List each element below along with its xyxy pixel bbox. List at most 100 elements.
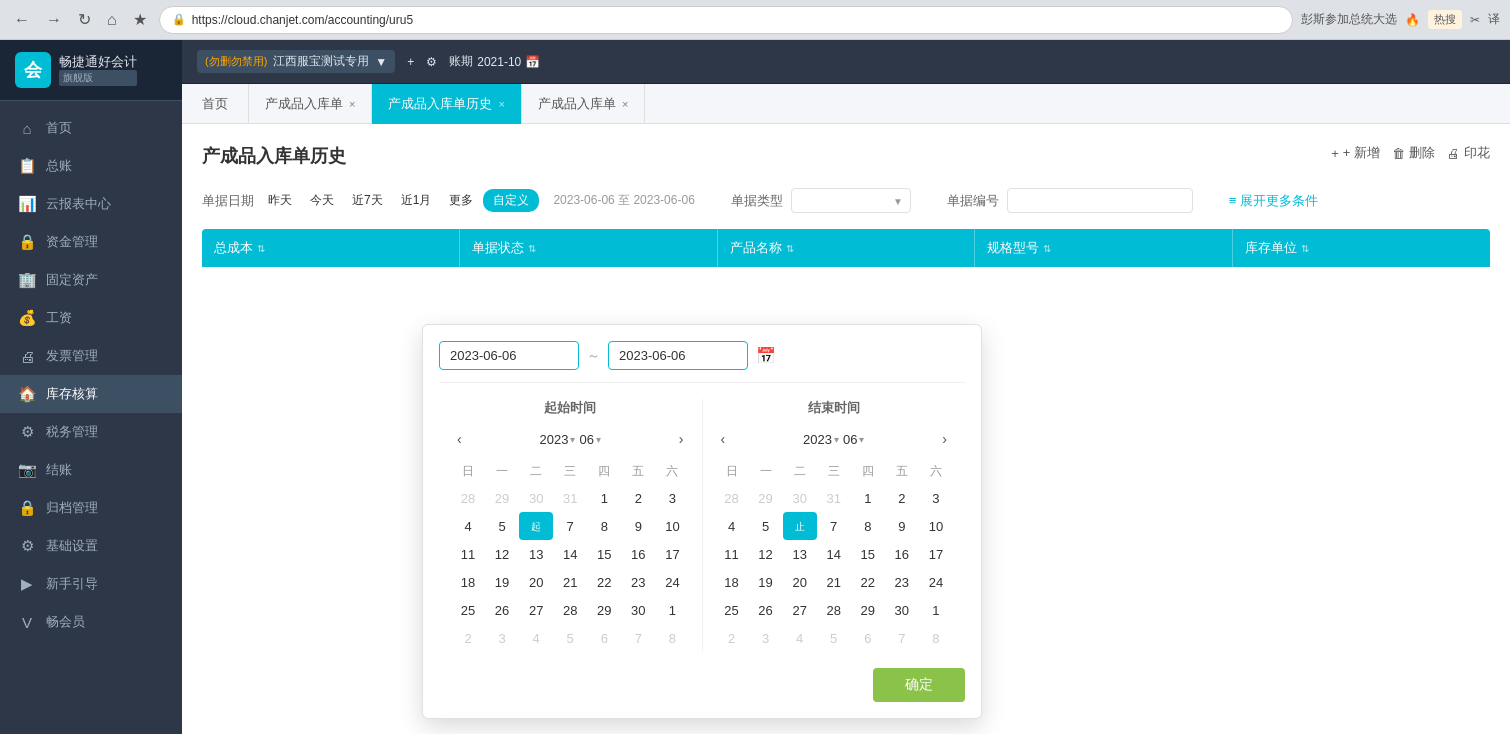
end-month-select[interactable]: 06 ▾ <box>843 432 864 447</box>
calendar-day[interactable]: 11 <box>451 540 485 568</box>
print-button[interactable]: 🖨 印花 <box>1447 144 1490 162</box>
start-year-select[interactable]: 2023 ▾ <box>540 432 576 447</box>
sidebar-item-payroll[interactable]: 💰 工资 <box>0 299 182 337</box>
date-picker-calendar-icon[interactable]: 📅 <box>756 346 776 365</box>
tab-product-in[interactable]: 产成品入库单 × <box>249 84 372 124</box>
forward-button[interactable]: → <box>42 7 66 33</box>
calendar-day[interactable]: 28 <box>451 484 485 512</box>
shortcut-today[interactable]: 今天 <box>302 189 342 212</box>
calendar-day[interactable]: 29 <box>749 484 783 512</box>
calendar-day[interactable]: 15 <box>851 540 885 568</box>
end-next-button[interactable]: › <box>936 429 953 449</box>
calendar-day[interactable]: 26 <box>485 596 519 624</box>
calendar-day[interactable]: 5 <box>553 624 587 652</box>
calendar-day[interactable]: 止 <box>783 512 817 540</box>
sidebar-item-tax[interactable]: ⚙ 税务管理 <box>0 413 182 451</box>
address-bar[interactable]: 🔒 https://cloud.chanjet.com/accounting/u… <box>159 6 1293 34</box>
calendar-day[interactable]: 30 <box>783 484 817 512</box>
calendar-day[interactable]: 31 <box>817 484 851 512</box>
calendar-day[interactable]: 7 <box>621 624 655 652</box>
start-date-input[interactable] <box>439 341 579 370</box>
calendar-day[interactable]: 7 <box>553 512 587 540</box>
sidebar-item-invoice[interactable]: 🖨 发票管理 <box>0 337 182 375</box>
calendar-day[interactable]: 30 <box>885 596 919 624</box>
back-button[interactable]: ← <box>10 7 34 33</box>
tab-close-icon[interactable]: × <box>498 98 504 110</box>
calendar-day[interactable]: 7 <box>885 624 919 652</box>
calendar-day[interactable]: 25 <box>715 596 749 624</box>
home-button[interactable]: ⌂ <box>103 7 121 33</box>
shortcut-1month[interactable]: 近1月 <box>393 189 440 212</box>
calendar-day[interactable]: 23 <box>621 568 655 596</box>
end-year-select[interactable]: 2023 ▾ <box>803 432 839 447</box>
calendar-day[interactable]: 7 <box>817 512 851 540</box>
calendar-day[interactable]: 起 <box>519 512 553 540</box>
calendar-day[interactable]: 19 <box>485 568 519 596</box>
calendar-day[interactable]: 6 <box>851 624 885 652</box>
document-number-input[interactable] <box>1007 188 1193 213</box>
sidebar-item-guide[interactable]: ▶ 新手引导 <box>0 565 182 603</box>
calendar-day[interactable]: 19 <box>749 568 783 596</box>
calendar-day[interactable]: 28 <box>817 596 851 624</box>
tab-close-icon[interactable]: × <box>622 98 628 110</box>
delete-button[interactable]: 🗑 删除 <box>1392 144 1435 162</box>
period-calendar-icon[interactable]: 📅 <box>525 55 540 69</box>
calendar-day[interactable]: 16 <box>621 540 655 568</box>
calendar-day[interactable]: 1 <box>587 484 621 512</box>
tab-product-in-2[interactable]: 产成品入库单 × <box>522 84 645 124</box>
calendar-day[interactable]: 15 <box>587 540 621 568</box>
calendar-day[interactable]: 13 <box>519 540 553 568</box>
settings-gear-icon[interactable]: ⚙ <box>426 55 437 69</box>
calendar-day[interactable]: 5 <box>485 512 519 540</box>
th-product-name[interactable]: 产品名称 ⇅ <box>718 229 976 267</box>
calendar-day[interactable]: 2 <box>451 624 485 652</box>
sidebar-item-settings[interactable]: ⚙ 基础设置 <box>0 527 182 565</box>
calendar-day[interactable]: 13 <box>783 540 817 568</box>
calendar-day[interactable]: 4 <box>519 624 553 652</box>
calendar-day[interactable]: 2 <box>885 484 919 512</box>
calendar-day[interactable]: 9 <box>621 512 655 540</box>
calendar-day[interactable]: 8 <box>851 512 885 540</box>
calendar-day[interactable]: 20 <box>783 568 817 596</box>
sidebar-item-reports[interactable]: 📊 云报表中心 <box>0 185 182 223</box>
end-prev-button[interactable]: ‹ <box>715 429 732 449</box>
sidebar-item-home[interactable]: ⌂ 首页 <box>0 109 182 147</box>
calendar-day[interactable]: 29 <box>851 596 885 624</box>
th-spec[interactable]: 规格型号 ⇅ <box>975 229 1233 267</box>
sidebar-item-inventory[interactable]: 🏠 库存核算 <box>0 375 182 413</box>
calendar-day[interactable]: 30 <box>621 596 655 624</box>
shortcut-yesterday[interactable]: 昨天 <box>260 189 300 212</box>
calendar-day[interactable]: 16 <box>885 540 919 568</box>
calendar-day[interactable]: 10 <box>655 512 689 540</box>
calendar-day[interactable]: 14 <box>553 540 587 568</box>
add-button[interactable]: + + 新增 <box>1331 144 1380 162</box>
sidebar-item-checkout[interactable]: 📷 结账 <box>0 451 182 489</box>
calendar-day[interactable]: 31 <box>553 484 587 512</box>
sidebar-item-assets[interactable]: 🏢 固定资产 <box>0 261 182 299</box>
expand-conditions-button[interactable]: ≡ 展开更多条件 <box>1229 192 1319 210</box>
sidebar-item-ledger[interactable]: 📋 总账 <box>0 147 182 185</box>
refresh-button[interactable]: ↻ <box>74 6 95 33</box>
confirm-button[interactable]: 确定 <box>873 668 965 702</box>
start-prev-button[interactable]: ‹ <box>451 429 468 449</box>
bookmark-button[interactable]: ★ <box>129 6 151 33</box>
calendar-day[interactable]: 24 <box>655 568 689 596</box>
calendar-day[interactable]: 1 <box>919 596 953 624</box>
calendar-day[interactable]: 4 <box>451 512 485 540</box>
company-selector[interactable]: (勿删勿禁用) 江西服宝测试专用 ▼ <box>197 50 395 73</box>
calendar-day[interactable]: 21 <box>817 568 851 596</box>
tab-close-icon[interactable]: × <box>349 98 355 110</box>
sidebar-item-funds[interactable]: 🔒 资金管理 <box>0 223 182 261</box>
calendar-day[interactable]: 21 <box>553 568 587 596</box>
calendar-day[interactable]: 3 <box>919 484 953 512</box>
calendar-day[interactable]: 30 <box>519 484 553 512</box>
sidebar-item-archive[interactable]: 🔒 归档管理 <box>0 489 182 527</box>
th-unit[interactable]: 库存单位 ⇅ <box>1233 229 1490 267</box>
calendar-day[interactable]: 12 <box>485 540 519 568</box>
calendar-day[interactable]: 5 <box>749 512 783 540</box>
calendar-day[interactable]: 8 <box>919 624 953 652</box>
calendar-day[interactable]: 23 <box>885 568 919 596</box>
calendar-day[interactable]: 12 <box>749 540 783 568</box>
calendar-day[interactable]: 3 <box>485 624 519 652</box>
calendar-day[interactable]: 3 <box>749 624 783 652</box>
